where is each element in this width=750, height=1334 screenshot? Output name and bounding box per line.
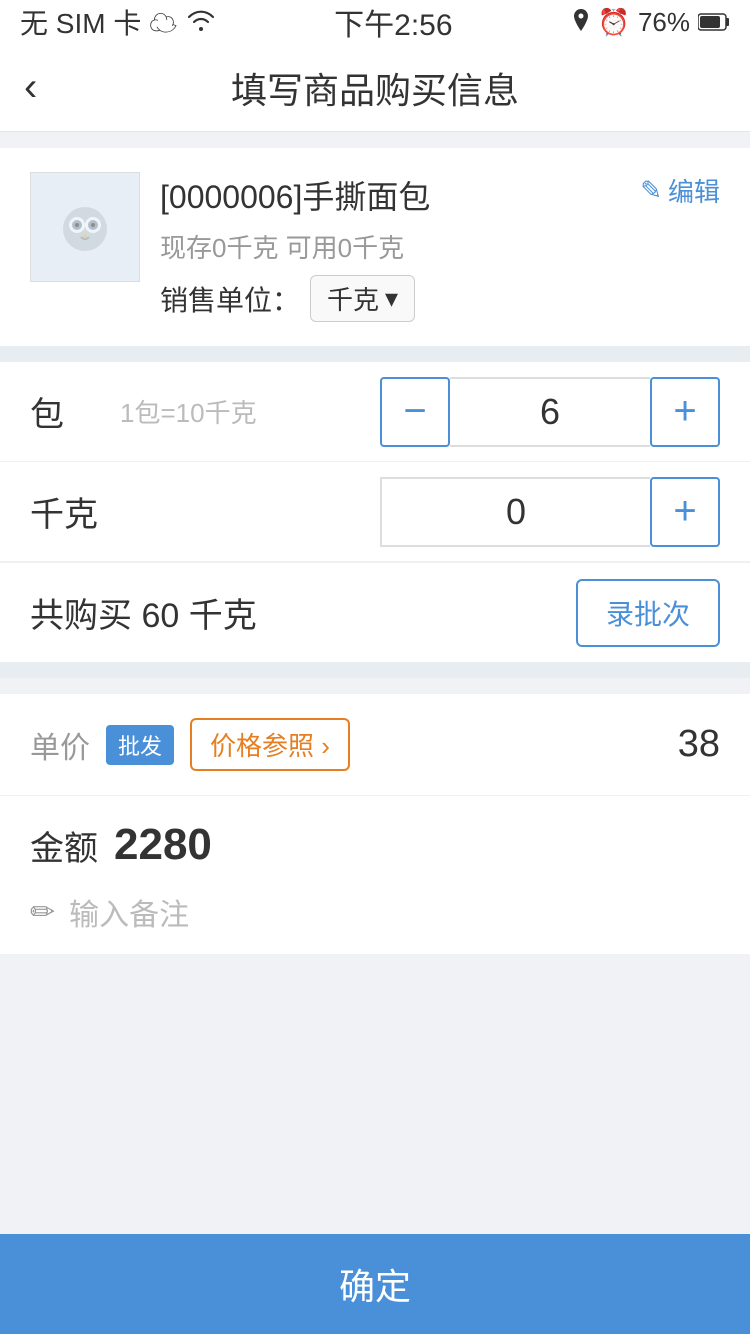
kg-plus-button[interactable]: +: [650, 477, 720, 547]
section-separator: [0, 346, 750, 362]
price-label: 单价: [30, 723, 90, 767]
remark-placeholder[interactable]: 输入备注: [69, 890, 189, 934]
amount-section: 金额 2280 ✏ 输入备注: [0, 795, 750, 954]
status-time: 下午2:56: [334, 0, 452, 44]
total-row: 共购买 60 千克 录批次: [0, 562, 750, 662]
kg-quantity-input[interactable]: [380, 477, 650, 547]
confirm-bar[interactable]: 确定: [0, 1234, 750, 1334]
kg-input-section: 千克 +: [0, 462, 750, 562]
product-name: [0000006]手撕面包: [160, 172, 720, 218]
remark-row: ✏ 输入备注: [30, 890, 720, 954]
product-unit: 销售单位： 千克 ▾: [160, 275, 720, 322]
page-title: 填写商品购买信息: [231, 62, 519, 114]
price-row: 单价 批发 价格参照 › 38: [30, 718, 720, 771]
kg-input-row: 千克 +: [0, 462, 750, 562]
bag-hint: 1包=10千克: [120, 393, 380, 430]
bag-plus-button[interactable]: +: [650, 377, 720, 447]
kg-controls: +: [380, 477, 720, 547]
wifi-icon: [187, 6, 215, 38]
amount-value: 2280: [114, 820, 212, 870]
bag-controls: − +: [380, 377, 720, 447]
status-bar: 无 SIM 卡 ☁ 下午2:56 ⏰ 76%: [0, 0, 750, 44]
total-label: 共购买 60 千克: [30, 588, 257, 637]
amount-row: 金额 2280: [30, 820, 720, 870]
bag-input-section: 包 1包=10千克 − +: [0, 362, 750, 462]
price-section: 单价 批发 价格参照 › 38: [0, 694, 750, 795]
alarm-icon: ⏰: [598, 7, 630, 38]
product-info: [0000006]手撕面包 现存0千克 可用0千克 销售单位： 千克 ▾: [160, 172, 720, 322]
edit-button[interactable]: ✎ 编辑: [640, 172, 720, 209]
bag-label: 包: [30, 387, 110, 436]
unit-select[interactable]: 千克 ▾: [310, 275, 415, 322]
battery-text: 76%: [638, 7, 690, 38]
amount-label: 金额: [30, 821, 98, 870]
section-separator-2: [0, 662, 750, 678]
bag-input-row: 包 1包=10千克 − +: [0, 362, 750, 462]
pencil-icon: ✏: [30, 895, 55, 930]
bottom-spacer: [0, 954, 750, 1154]
bag-quantity-input[interactable]: [450, 377, 650, 447]
kg-label: 千克: [30, 487, 110, 536]
product-image: [30, 172, 140, 282]
bag-minus-button[interactable]: −: [380, 377, 450, 447]
back-button[interactable]: ‹: [24, 65, 37, 110]
sim-text: 无 SIM 卡 ☁: [20, 2, 177, 42]
edit-icon: ✎: [640, 175, 662, 206]
dropdown-icon: ▾: [385, 283, 398, 314]
location-icon: [572, 7, 590, 38]
product-stock: 现存0千克 可用0千克: [160, 228, 720, 265]
status-left: 无 SIM 卡 ☁: [20, 2, 215, 42]
confirm-button[interactable]: 确定: [339, 1258, 411, 1310]
battery-icon: [698, 7, 730, 38]
price-ref-button[interactable]: 价格参照 ›: [190, 718, 350, 771]
nav-bar: ‹ 填写商品购买信息: [0, 44, 750, 132]
product-card: [0000006]手撕面包 现存0千克 可用0千克 销售单位： 千克 ▾ ✎ 编…: [0, 148, 750, 346]
batch-button[interactable]: 录批次: [576, 579, 720, 647]
price-value: 38: [678, 723, 720, 766]
status-right: ⏰ 76%: [572, 7, 730, 38]
unit-label: 销售单位：: [160, 279, 300, 319]
price-type-tag: 批发: [106, 725, 174, 765]
